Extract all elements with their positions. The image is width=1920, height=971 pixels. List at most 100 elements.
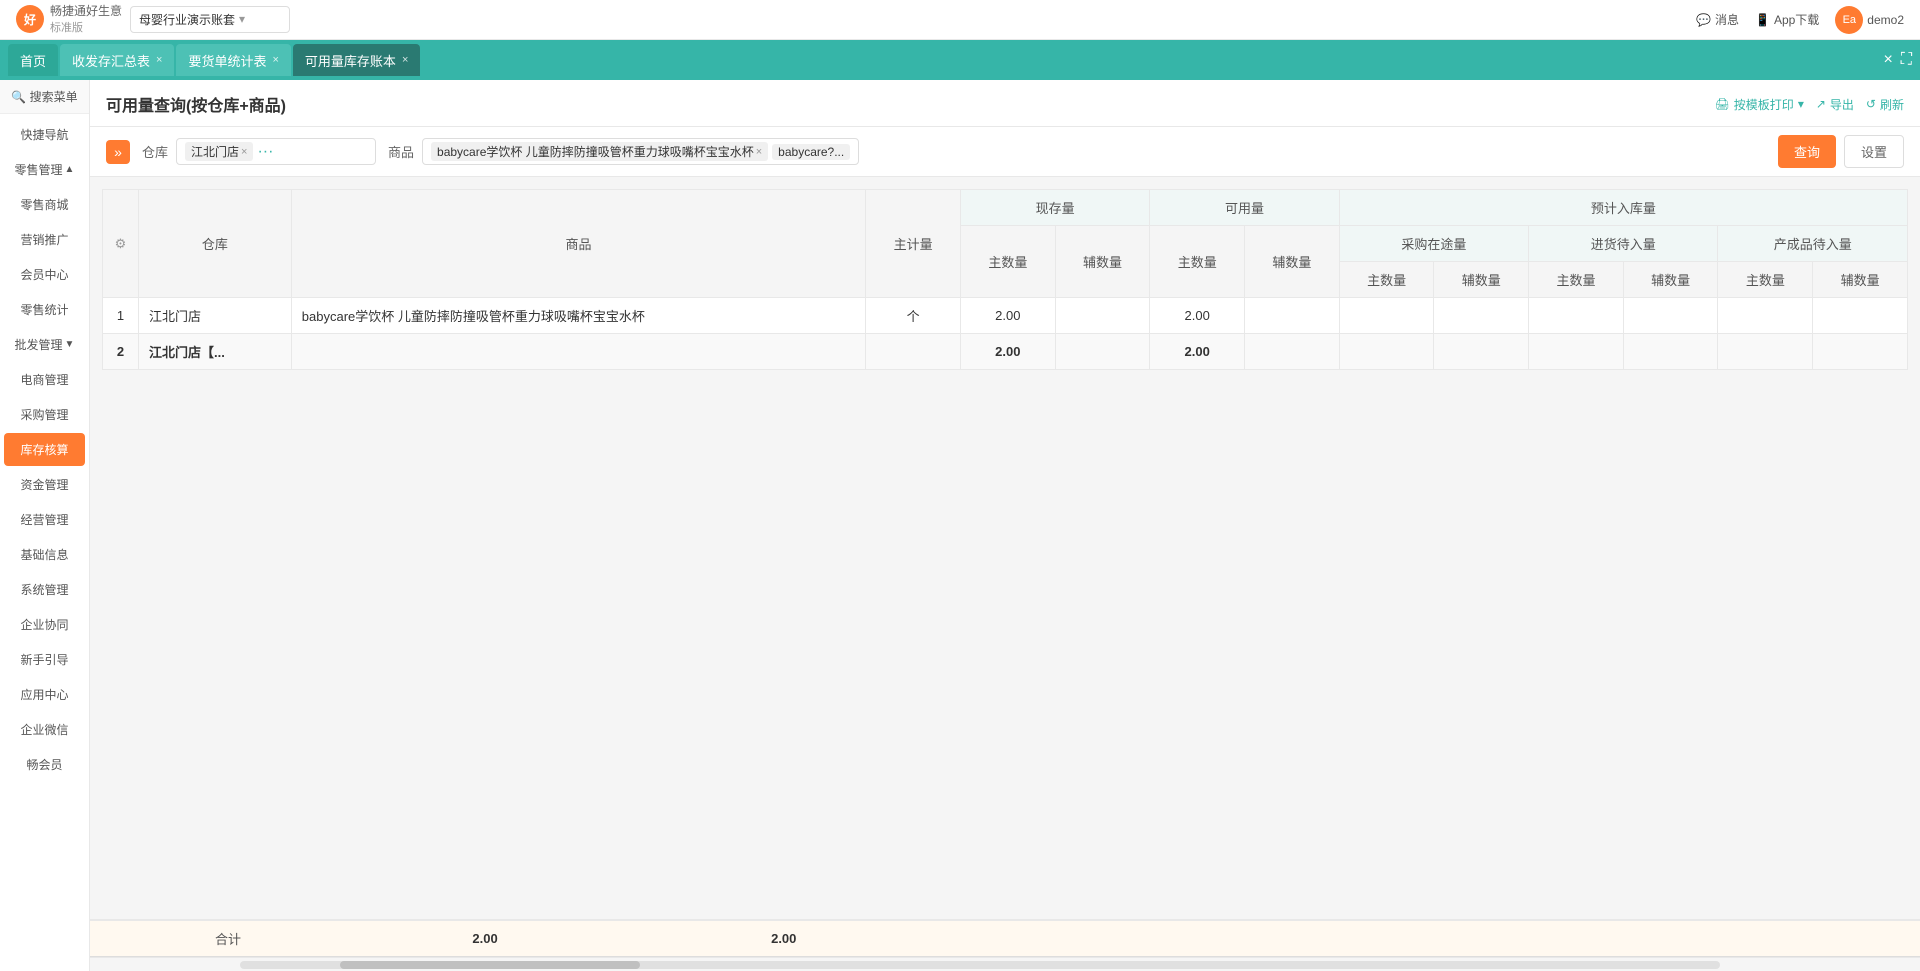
footer-current-aux-qty [560,931,709,946]
sidebar-item-sys-mgmt[interactable]: 系统管理 [4,573,85,606]
sidebar-item-quick-nav[interactable]: 快捷导航 [4,118,85,151]
close-tab-receive-send[interactable]: × [156,54,162,66]
nav-tabs-bar: 首页 收发存汇总表 × 要货单统计表 × 可用量库存账本 × × ⛶ [0,40,1920,80]
chevron-wholesale-icon: ▼ [65,339,75,350]
row-1-avail-aux [1245,298,1340,334]
settings-button[interactable]: 设置 [1844,135,1904,168]
row-1-product: babycare学饮杯 儿童防摔防撞吸管杯重力球吸嘴杯宝宝水杯 [291,298,866,334]
sidebar-item-retail-mall[interactable]: 零售商城 [4,188,85,221]
filter-actions: 查询 设置 [1778,135,1904,168]
maximize-button[interactable]: ⛶ [1901,51,1912,69]
sidebar-marketing-label: 营销推广 [20,233,68,247]
sidebar-member-label: 畅会员 [26,758,62,772]
tab-order-stats-label: 要货单统计表 [188,51,266,70]
col-production-header: 产成品待入量 [1718,226,1908,262]
product-filter-input[interactable]: babycare学饮杯 儿童防摔防撞吸管杯重力球吸嘴杯宝宝水杯 × babyca… [422,138,859,165]
product-filter-label: 商品 [388,142,414,161]
sidebar-item-enterprise-wechat[interactable]: 企业微信 [4,713,85,746]
sidebar-item-basic-info[interactable]: 基础信息 [4,538,85,571]
app-download-label: App下载 [1774,11,1819,28]
user-profile[interactable]: Ea demo2 [1835,6,1904,34]
tab-order-stats[interactable]: 要货单统计表 × [176,44,290,76]
row-1-incoming-main [1529,298,1624,334]
sidebar-item-retail-stats[interactable]: 零售统计 [4,293,85,326]
warehouse-tag-close[interactable]: × [241,146,247,158]
product-tag-close-0[interactable]: × [756,146,762,158]
row-2-incoming-main [1529,334,1624,370]
col-settings-header: ⚙ [103,190,139,298]
industry-selector[interactable]: 母婴行业演示账套 ▾ [130,6,290,33]
warehouse-tag-0[interactable]: 江北门店 × [185,142,253,161]
footer-prod-aux [1755,931,1904,946]
message-icon: 💬 [1696,13,1711,27]
row-1-incoming-aux [1623,298,1718,334]
chevron-icon: ▲ [65,164,75,175]
product-tag-0[interactable]: babycare学饮杯 儿童防摔防撞吸管杯重力球吸嘴杯宝宝水杯 × [431,142,768,161]
top-bar-left: 好 畅捷通好生意 标准版 母婴行业演示账套 ▾ [16,4,290,34]
tab-receive-send[interactable]: 收发存汇总表 × [60,44,174,76]
print-button[interactable]: 🖨 按模板打印 ▾ [1715,96,1804,113]
sidebar-item-operations[interactable]: 经营管理 [4,503,85,536]
close-all-tabs-button[interactable]: × [1883,51,1892,69]
message-button[interactable]: 💬 消息 [1696,11,1739,28]
search-icon: 🔍 [11,90,26,104]
tab-available-stock[interactable]: 可用量库存账本 × [293,44,420,76]
export-button[interactable]: ↗ 导出 [1816,96,1854,113]
col-main-unit-header: 主计量 [866,190,961,298]
scrollbar-track[interactable] [240,961,1720,969]
sidebar-item-marketing[interactable]: 营销推广 [4,223,85,256]
col-available-main-qty-header: 主数量 [1150,226,1245,298]
page-title-row: 可用量查询(按仓库+商品) 🖨 按模板打印 ▾ ↗ 导出 ↺ 刷新 [106,92,1904,116]
footer-purch-main [1008,931,1157,946]
avatar-text: Ea [1843,14,1856,26]
sidebar-search[interactable]: 🔍 搜索菜单 [0,80,89,114]
row-2-current-main: 2.00 [960,334,1055,370]
sidebar-basic-info-label: 基础信息 [20,548,68,562]
sidebar-ecommerce-label: 电商管理 [20,373,68,387]
col-production-main-header: 主数量 [1718,262,1813,298]
app-icon: 📱 [1755,13,1770,27]
close-tab-available-stock[interactable]: × [402,54,408,66]
sidebar-item-retail-mgmt[interactable]: 零售管理 ▲ [4,153,85,186]
sidebar-item-finance[interactable]: 资金管理 [4,468,85,501]
sidebar-item-app-center[interactable]: 应用中心 [4,678,85,711]
col-available-aux-qty-header: 辅数量 [1245,226,1340,298]
close-tab-order-stats[interactable]: × [272,54,278,66]
sidebar-item-member[interactable]: 畅会员 [4,748,85,781]
sidebar-operations-label: 经营管理 [20,513,68,527]
tab-home-label: 首页 [20,51,46,70]
search-label: 搜索菜单 [30,90,78,104]
row-2-avail-main: 2.00 [1150,334,1245,370]
row-1-prod-aux [1813,298,1908,334]
row-2-purch-aux [1434,334,1529,370]
page-title: 可用量查询(按仓库+商品) [106,92,286,116]
sidebar-item-member-center[interactable]: 会员中心 [4,258,85,291]
col-current-aux-qty-header: 辅数量 [1055,226,1150,298]
col-incoming-label: 进货待入量 [1591,237,1656,252]
query-button[interactable]: 查询 [1778,135,1836,168]
filter-expand-button[interactable]: » [106,140,130,164]
sidebar-item-purchase[interactable]: 采购管理 [4,398,85,431]
refresh-button[interactable]: ↺ 刷新 [1866,96,1904,113]
product-tag-1[interactable]: babycare?... [772,144,850,160]
col-available-main-qty-label: 主数量 [1178,255,1217,270]
sidebar-item-enterprise-collab[interactable]: 企业协同 [4,608,85,641]
warehouse-filter-input[interactable]: 江北门店 × ··· [176,138,376,165]
footer-current-main [261,931,410,946]
sidebar-app-center-label: 应用中心 [20,688,68,702]
col-forecast-header: 预计入库量 [1339,190,1907,226]
warehouse-filter-group: 仓库 江北门店 × ··· [142,138,376,165]
content-area: 可用量查询(按仓库+商品) 🖨 按模板打印 ▾ ↗ 导出 ↺ 刷新 [90,80,1920,971]
tab-home[interactable]: 首页 [8,44,58,76]
scrollbar-thumb[interactable] [340,961,640,969]
app-download-button[interactable]: 📱 App下载 [1755,11,1819,28]
warehouse-filter-dots[interactable]: ··· [257,143,273,161]
tab-available-stock-label: 可用量库存账本 [305,51,396,70]
sidebar-item-wholesale-mgmt[interactable]: 批发管理 ▼ [4,328,85,361]
sidebar-item-inventory[interactable]: 库存核算 [4,433,85,466]
page-header: 可用量查询(按仓库+商品) 🖨 按模板打印 ▾ ↗ 导出 ↺ 刷新 [90,80,1920,127]
sidebar-sys-mgmt-label: 系统管理 [20,583,68,597]
sidebar-item-new-guide[interactable]: 新手引导 [4,643,85,676]
sidebar-item-ecommerce[interactable]: 电商管理 [4,363,85,396]
col-settings-icon[interactable]: ⚙ [115,236,127,251]
